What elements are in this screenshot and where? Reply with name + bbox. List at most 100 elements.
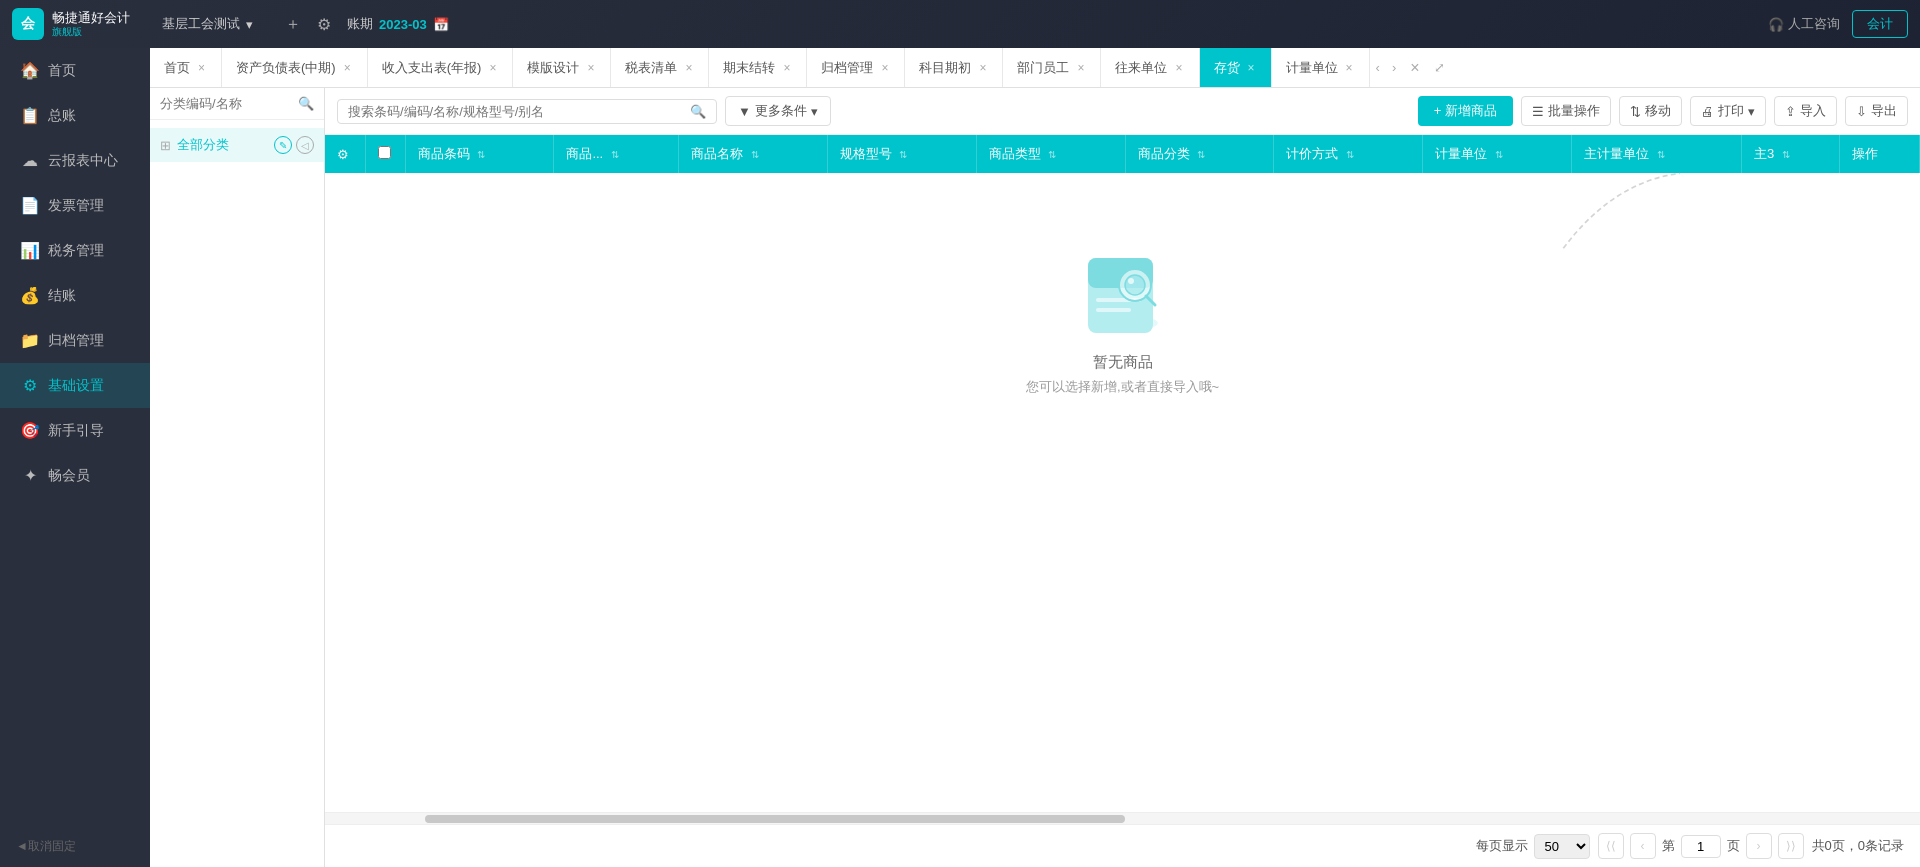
sidebar-item-member[interactable]: ✦ 畅会员: [0, 453, 150, 498]
sidebar-item-guide[interactable]: 🎯 新手引导: [0, 408, 150, 453]
tab-income[interactable]: 收入支出表(年报) ×: [368, 48, 514, 88]
page-first-button[interactable]: ⟨⟨: [1598, 833, 1624, 859]
company-selector[interactable]: 基层工会测试 ▾: [154, 11, 261, 37]
invoice-icon: 📄: [20, 196, 40, 215]
category-item-all[interactable]: ⊞ 全部分类 ✎ ◁: [150, 128, 324, 162]
page-last-button[interactable]: ⟩⟩: [1778, 833, 1804, 859]
category-edit-icon[interactable]: ✎: [274, 136, 292, 154]
print-button[interactable]: 🖨 打印 ▾: [1690, 96, 1766, 126]
sidebar-item-close[interactable]: 💰 结账: [0, 273, 150, 318]
page-number-input[interactable]: [1681, 835, 1721, 858]
sort-type-icon: ⇅: [1048, 149, 1056, 160]
tab-next-button[interactable]: ›: [1386, 48, 1402, 88]
tab-close-inventory[interactable]: ×: [1246, 61, 1257, 75]
main-layout: 🏠 首页 📋 总账 ☁ 云报表中心 📄 发票管理 📊 税务管理 💰 结账 📁 归…: [0, 48, 1920, 867]
page-size-select[interactable]: 50 10 20 100: [1534, 834, 1590, 859]
scrollbar-thumb[interactable]: [425, 815, 1125, 823]
settings-icon[interactable]: ⚙: [313, 11, 335, 38]
select-all-checkbox[interactable]: [378, 146, 391, 159]
sidebar: 🏠 首页 📋 总账 ☁ 云报表中心 📄 发票管理 📊 税务管理 💰 结账 📁 归…: [0, 48, 150, 867]
tab-close-home[interactable]: ×: [196, 61, 207, 75]
th-type[interactable]: 商品类型 ⇅: [976, 135, 1125, 173]
tab-close-all-button[interactable]: ×: [1402, 48, 1427, 88]
filter-icon: ▼: [738, 104, 751, 119]
archive-icon: 📁: [20, 331, 40, 350]
sidebar-item-ledger[interactable]: 📋 总账: [0, 93, 150, 138]
table-container[interactable]: ⚙ 商品条码 ⇅ 商品... ⇅: [325, 135, 1920, 812]
search-icon[interactable]: 🔍: [690, 104, 706, 119]
top-header: 会 畅捷通好会计 旗舰版 基层工会测试 ▾ ＋ ⚙ 账期 2023-03 📅 🎧…: [0, 0, 1920, 48]
add-tab-button[interactable]: ＋: [281, 10, 305, 39]
move-button[interactable]: ⇅ 移动: [1619, 96, 1682, 126]
th-col3[interactable]: 主3 ⇅: [1742, 135, 1840, 173]
main-content: 🔍 ▼ 更多条件 ▾ + 新增商品 ☰ 批量操作: [325, 88, 1920, 867]
sidebar-item-home[interactable]: 🏠 首页: [0, 48, 150, 93]
th-category[interactable]: 商品分类 ⇅: [1125, 135, 1274, 173]
tab-archive[interactable]: 归档管理 ×: [807, 48, 905, 88]
th-settings[interactable]: ⚙: [325, 135, 365, 173]
calendar-icon[interactable]: 📅: [433, 17, 449, 32]
tab-close-contacts[interactable]: ×: [1173, 61, 1184, 75]
category-search-icon[interactable]: 🔍: [298, 96, 314, 111]
unpin-button[interactable]: ◄取消固定: [0, 826, 150, 867]
tab-home[interactable]: 首页 ×: [150, 48, 222, 88]
sidebar-item-archive[interactable]: 📁 归档管理: [0, 318, 150, 363]
tab-expand-button[interactable]: ⤢: [1428, 48, 1451, 88]
sidebar-item-tax[interactable]: 📊 税务管理: [0, 228, 150, 273]
tab-balance-sheet[interactable]: 资产负债表(中期) ×: [222, 48, 368, 88]
add-product-button[interactable]: + 新增商品: [1418, 96, 1513, 126]
account-button[interactable]: 会计: [1852, 10, 1908, 38]
content-area: 首页 × 资产负债表(中期) × 收入支出表(年报) × 模版设计 × 税表清单…: [150, 48, 1920, 867]
member-icon: ✦: [20, 466, 40, 485]
tab-close-unit[interactable]: ×: [1344, 61, 1355, 75]
tab-subject-init[interactable]: 科目期初 ×: [905, 48, 1003, 88]
th-name[interactable]: 商品名称 ⇅: [678, 135, 827, 173]
category-panel: 🔍 ⊞ 全部分类 ✎ ◁: [150, 88, 325, 867]
sort-pricing-icon: ⇅: [1346, 149, 1354, 160]
category-collapse-icon[interactable]: ◁: [296, 136, 314, 154]
th-unit[interactable]: 计量单位 ⇅: [1423, 135, 1572, 173]
tab-close-period[interactable]: ×: [781, 61, 792, 75]
tab-prev-button[interactable]: ‹: [1370, 48, 1386, 88]
tab-close-archive[interactable]: ×: [879, 61, 890, 75]
sidebar-item-settings[interactable]: ⚙ 基础设置: [0, 363, 150, 408]
batch-ops-button[interactable]: ☰ 批量操作: [1521, 96, 1611, 126]
tab-unit[interactable]: 计量单位 ×: [1272, 48, 1370, 88]
toolbar-right: + 新增商品 ☰ 批量操作 ⇅ 移动 🖨 打印 ▾: [1418, 96, 1908, 126]
page-next-button[interactable]: ›: [1746, 833, 1772, 859]
tab-contacts[interactable]: 往来单位 ×: [1101, 48, 1199, 88]
th-checkbox[interactable]: [365, 135, 405, 173]
service-button[interactable]: 🎧 人工咨询: [1768, 15, 1840, 33]
sidebar-item-reports[interactable]: ☁ 云报表中心: [0, 138, 150, 183]
th-barcode[interactable]: 商品条码 ⇅: [405, 135, 554, 173]
tab-close-dept[interactable]: ×: [1075, 61, 1086, 75]
page-prev-button[interactable]: ‹: [1630, 833, 1656, 859]
tab-tax-list[interactable]: 税表清单 ×: [611, 48, 709, 88]
category-search-input[interactable]: [160, 96, 292, 111]
th-main-unit[interactable]: 主计量单位 ⇅: [1572, 135, 1742, 173]
tab-template[interactable]: 模版设计 ×: [513, 48, 611, 88]
th-pricing[interactable]: 计价方式 ⇅: [1274, 135, 1423, 173]
tab-close-tax[interactable]: ×: [683, 61, 694, 75]
page-nav: ⟨⟨ ‹ 第 页 › ⟩⟩: [1598, 833, 1804, 859]
home-icon: 🏠: [20, 61, 40, 80]
th-code[interactable]: 商品... ⇅: [554, 135, 679, 173]
search-input[interactable]: [348, 104, 684, 119]
print-icon: 🖨: [1701, 104, 1714, 119]
tab-dept[interactable]: 部门员工 ×: [1003, 48, 1101, 88]
scrollbar-area[interactable]: [325, 812, 1920, 824]
sidebar-item-invoice[interactable]: 📄 发票管理: [0, 183, 150, 228]
empty-state: 暂无商品 您可以选择新增,或者直接导入哦~: [325, 173, 1920, 456]
import-button[interactable]: ⇪ 导入: [1774, 96, 1837, 126]
period-label: 账期 2023-03 📅: [347, 15, 449, 33]
tab-period-close[interactable]: 期末结转 ×: [709, 48, 807, 88]
export-button[interactable]: ⇩ 导出: [1845, 96, 1908, 126]
tab-close-template[interactable]: ×: [585, 61, 596, 75]
th-spec[interactable]: 规格型号 ⇅: [827, 135, 976, 173]
tax-icon: 📊: [20, 241, 40, 260]
tab-inventory[interactable]: 存货 ×: [1200, 48, 1272, 88]
tab-close-subject[interactable]: ×: [977, 61, 988, 75]
tab-close-balance[interactable]: ×: [342, 61, 353, 75]
filter-button[interactable]: ▼ 更多条件 ▾: [725, 96, 831, 126]
tab-close-income[interactable]: ×: [487, 61, 498, 75]
